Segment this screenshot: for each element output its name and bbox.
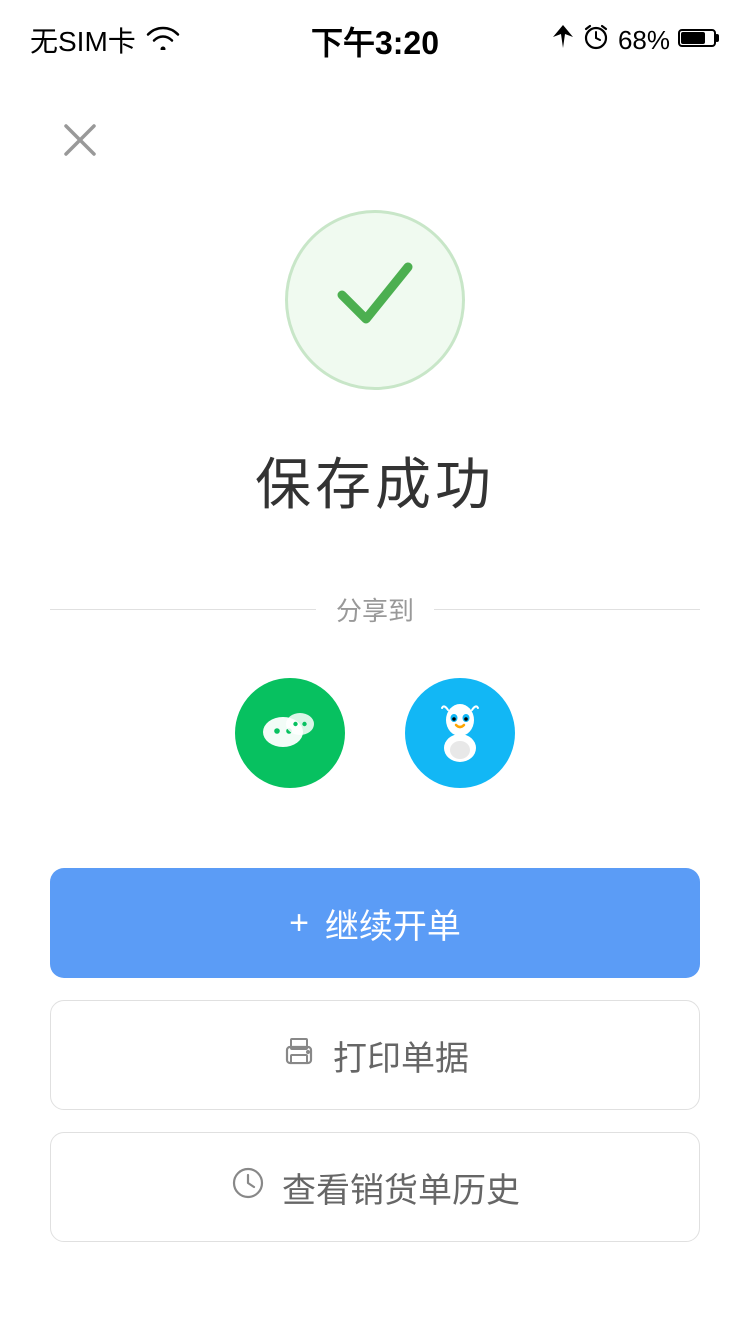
share-qq-button[interactable] <box>405 678 515 788</box>
action-buttons: + 继续开单 打印单据 查看销货单历史 <box>50 868 700 1242</box>
share-row <box>235 678 515 788</box>
success-title: 保存成功 <box>255 440 495 521</box>
print-label: 打印单据 <box>333 1031 469 1080</box>
battery-percent: 68% <box>618 25 670 56</box>
alarm-icon <box>582 23 610 58</box>
history-icon <box>230 1165 266 1210</box>
share-wechat-button[interactable] <box>235 678 345 788</box>
main-content: 保存成功 分享到 <box>0 80 750 1334</box>
status-left: 无SIM卡 <box>30 20 180 60</box>
success-checkmark <box>330 253 420 348</box>
wifi-icon <box>146 24 180 57</box>
close-button-area[interactable] <box>50 80 700 210</box>
print-button[interactable]: 打印单据 <box>50 1000 700 1110</box>
location-icon <box>552 24 574 57</box>
continue-icon: + <box>289 904 309 943</box>
status-bar: 无SIM卡 下午3:20 68% <box>0 0 750 80</box>
close-button[interactable] <box>50 110 110 170</box>
continue-button[interactable]: + 继续开单 <box>50 868 700 978</box>
divider-line-right <box>434 609 700 610</box>
status-time: 下午3:20 <box>311 18 439 64</box>
carrier-text: 无SIM卡 <box>30 20 136 60</box>
battery-icon <box>678 25 720 56</box>
history-label: 查看销货单历史 <box>282 1163 520 1212</box>
continue-label: 继续开单 <box>325 899 461 948</box>
divider-line-left <box>50 609 316 610</box>
share-divider: 分享到 <box>50 591 700 628</box>
share-label: 分享到 <box>336 591 414 628</box>
status-right: 68% <box>552 23 720 58</box>
print-icon <box>281 1033 317 1078</box>
success-circle <box>285 210 465 390</box>
history-button[interactable]: 查看销货单历史 <box>50 1132 700 1242</box>
